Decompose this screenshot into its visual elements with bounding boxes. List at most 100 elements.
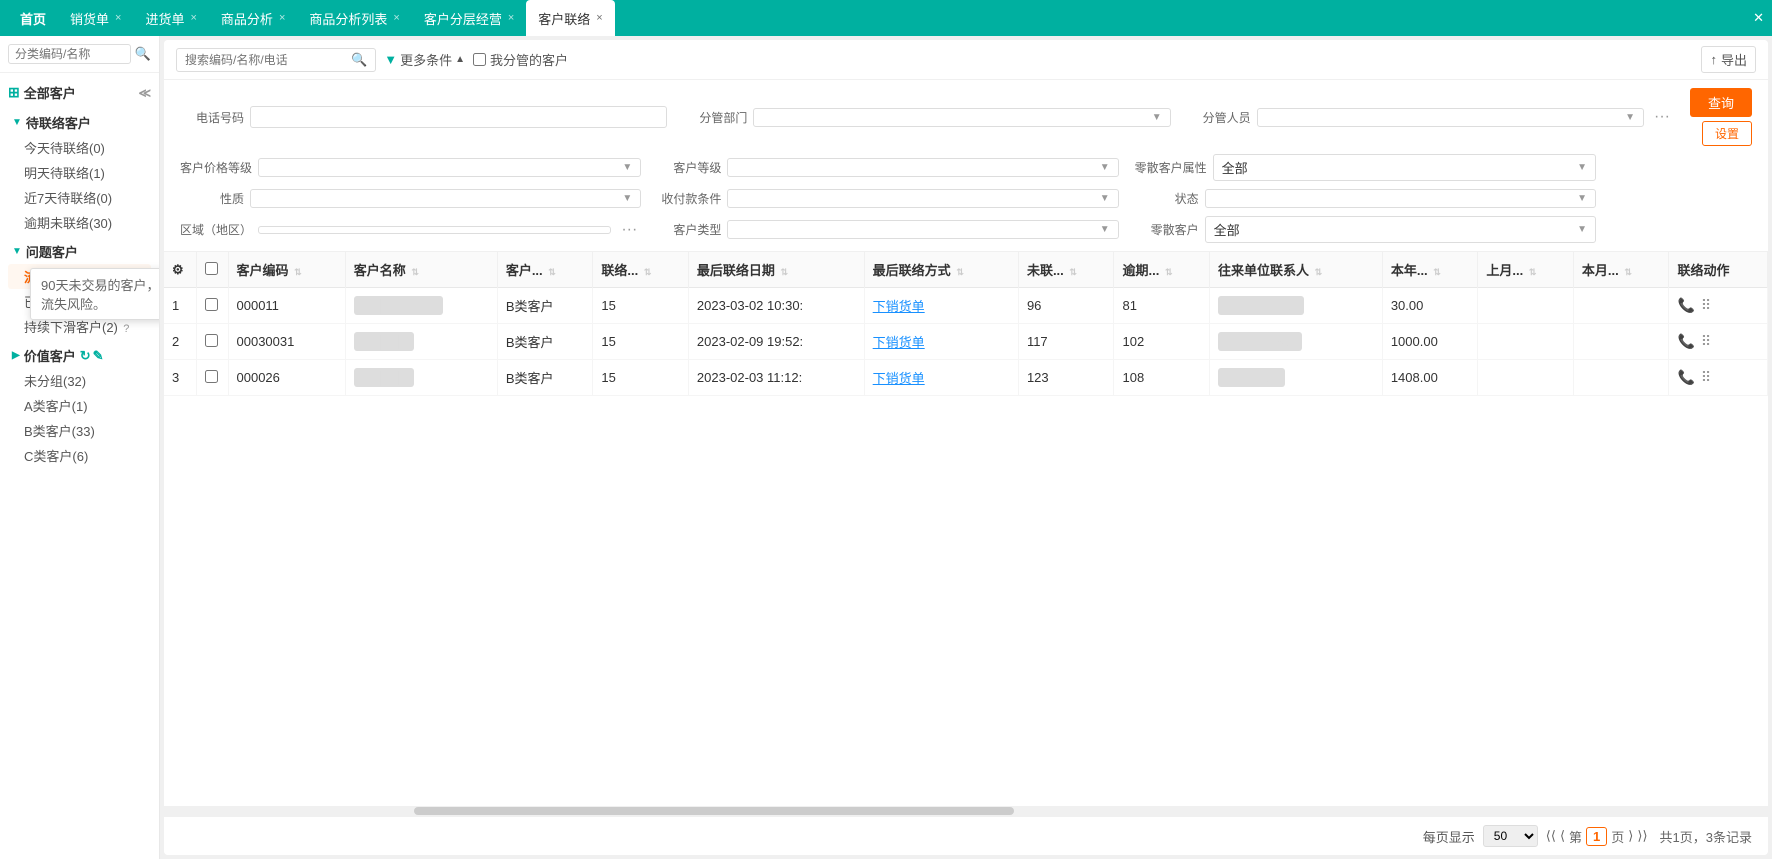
sidebar-item-class-a[interactable]: A类客户(1) xyxy=(8,393,151,418)
sidebar-collapse-icon[interactable]: ≪ xyxy=(138,86,151,100)
row-code: 000011 xyxy=(228,288,345,324)
overdue-column-header[interactable]: 逾期... ⇅ xyxy=(1114,252,1210,288)
contact-method-link[interactable]: 下销货单 xyxy=(873,335,925,350)
type-column-header[interactable]: 客户... ⇅ xyxy=(497,252,593,288)
contact-action-icon[interactable]: 📞 xyxy=(1677,333,1694,350)
sidebar-group-pending-title[interactable]: ▼ 待联络客户 xyxy=(8,110,151,135)
last-page-icon[interactable]: ⟩⟩ xyxy=(1637,828,1647,844)
contact-column-header[interactable]: 联络... ⇅ xyxy=(593,252,689,288)
filter-region-select[interactable] xyxy=(258,226,611,234)
more-action-icon[interactable]: ⠿ xyxy=(1701,333,1711,350)
sidebar-item-tomorrow[interactable]: 明天待联络(1) xyxy=(8,160,151,185)
nav-tab-analysis[interactable]: 商品分析 × xyxy=(209,0,297,36)
filter-retail-customer-select[interactable]: 全部 ▼ xyxy=(1205,216,1596,243)
export-button[interactable]: ↑ 导出 xyxy=(1701,46,1756,73)
filter-manager-more[interactable]: ··· xyxy=(1650,108,1674,126)
contact-person-column-header[interactable]: 往来单位联系人 ⇅ xyxy=(1210,252,1383,288)
filter-region-more[interactable]: ··· xyxy=(617,221,641,239)
chevron-down-icon-retail-cust: ▼ xyxy=(1577,224,1587,235)
settings-button[interactable]: 设置 xyxy=(1702,121,1752,146)
nav-tab-sales[interactable]: 销货单 × xyxy=(58,0,133,36)
first-page-icon[interactable]: ⟨⟨ xyxy=(1546,828,1556,844)
row-checkbox[interactable] xyxy=(205,298,218,311)
horizontal-scrollbar[interactable] xyxy=(164,806,1768,816)
checkbox-column-header[interactable] xyxy=(196,252,228,288)
filter-region-label: 区域（地区） xyxy=(180,221,252,238)
prev-page-icon[interactable]: ⟨ xyxy=(1560,828,1565,844)
sidebar-item-class-b[interactable]: B类客户(33) xyxy=(8,418,151,443)
filter-customer-type-select[interactable]: ▼ xyxy=(727,220,1118,239)
sidebar-item-overdue[interactable]: 逾期未联络(30) xyxy=(8,210,151,235)
filter-customer-level-select[interactable]: ▼ xyxy=(727,158,1118,177)
filter-price-level-select[interactable]: ▼ xyxy=(258,158,641,177)
code-column-header[interactable]: 客户编码 ⇅ xyxy=(228,252,345,288)
filter-region: 区域（地区） ··· xyxy=(180,221,641,239)
nav-tab-analysis-close[interactable]: × xyxy=(279,12,285,24)
row-this-year: 1000.00 xyxy=(1382,324,1478,360)
row-checkbox[interactable] xyxy=(205,334,218,347)
nav-tab-analysis-list[interactable]: 商品分析列表 × xyxy=(297,0,411,36)
filter-status-select[interactable]: ▼ xyxy=(1205,189,1596,208)
filter-retail-attr-select[interactable]: 全部 ▼ xyxy=(1213,154,1596,181)
query-button[interactable]: 查询 xyxy=(1690,88,1752,117)
refresh-icon[interactable]: ↻ xyxy=(80,348,91,364)
table-container: ⚙ 客户编码 ⇅ 客户名称 ⇅ xyxy=(164,252,1768,806)
nav-tab-purchase-close[interactable]: × xyxy=(190,12,196,24)
nav-tab-purchase[interactable]: 进货单 × xyxy=(133,0,208,36)
settings-column-header[interactable]: ⚙ xyxy=(164,252,196,288)
row-checkbox-cell[interactable] xyxy=(196,324,228,360)
uncontacted-column-header[interactable]: 未联... ⇅ xyxy=(1018,252,1114,288)
row-checkbox-cell[interactable] xyxy=(196,360,228,396)
filter-manager-select[interactable]: ▼ xyxy=(1257,108,1644,127)
sidebar-item-7days[interactable]: 近7天待联络(0) xyxy=(8,185,151,210)
sidebar-search-input[interactable] xyxy=(8,44,131,64)
per-page-select[interactable]: 50 100 200 xyxy=(1483,825,1538,847)
filter-nature-select[interactable]: ▼ xyxy=(250,189,641,208)
filter-retail-customer-value: 全部 xyxy=(1214,220,1577,239)
sidebar-item-ungrouped[interactable]: 未分组(32) xyxy=(8,368,151,393)
sidebar-group-problem-title[interactable]: ▼ 问题客户 xyxy=(8,239,151,264)
nav-tab-customer-tier-close[interactable]: × xyxy=(508,12,514,24)
sidebar-group-value-title[interactable]: ▶ 价值客户 ↻ ✎ xyxy=(8,343,151,368)
contact-method-link[interactable]: 下销货单 xyxy=(873,371,925,386)
nav-tab-analysis-list-close[interactable]: × xyxy=(393,12,399,24)
name-column-header[interactable]: 客户名称 ⇅ xyxy=(345,252,497,288)
sidebar-item-today[interactable]: 今天待联络(0) xyxy=(8,135,151,160)
last-contact-method-column-header[interactable]: 最后联络方式 ⇅ xyxy=(864,252,1018,288)
nav-tab-customer-tier[interactable]: 客户分层经营 × xyxy=(412,0,526,36)
scrollbar-thumb[interactable] xyxy=(414,807,1014,815)
this-year-column-header[interactable]: 本年... ⇅ xyxy=(1382,252,1478,288)
contact-action-icon[interactable]: 📞 xyxy=(1677,369,1694,386)
more-action-icon[interactable]: ⠿ xyxy=(1701,369,1711,386)
sidebar-all-customers[interactable]: ⊞ 全部客户 ≪ xyxy=(8,79,151,106)
row-checkbox[interactable] xyxy=(205,370,218,383)
chevron-down-icon-payment: ▼ xyxy=(1100,193,1110,204)
filter-payment-select[interactable]: ▼ xyxy=(727,189,1118,208)
more-action-icon[interactable]: ⠿ xyxy=(1701,297,1711,314)
select-all-checkbox[interactable] xyxy=(205,262,218,275)
nav-tab-customer-contact-close[interactable]: × xyxy=(596,12,602,24)
row-checkbox-cell[interactable] xyxy=(196,288,228,324)
filter-phone-input[interactable] xyxy=(250,106,667,128)
my-customers-checkbox[interactable] xyxy=(473,53,486,66)
next-page-icon[interactable]: ⟩ xyxy=(1628,828,1633,844)
edit-icon[interactable]: ✎ xyxy=(93,348,104,364)
close-all-button[interactable]: ✕ xyxy=(1753,10,1764,26)
filter-dept-select[interactable]: ▼ xyxy=(753,108,1170,127)
nav-tab-customer-contact[interactable]: 客户联络 × xyxy=(526,0,614,36)
sidebar-search-icon[interactable]: 🔍 xyxy=(135,46,151,62)
contact-method-link[interactable]: 下销货单 xyxy=(873,299,925,314)
last-contact-date-column-header[interactable]: 最后联络日期 ⇅ xyxy=(688,252,864,288)
nav-tab-home[interactable]: 首页 xyxy=(8,0,58,36)
filter-row-3: 性质 ▼ 收付款条件 ▼ 状态 xyxy=(180,189,1752,208)
sidebar-item-class-c[interactable]: C类客户(6) xyxy=(8,443,151,468)
search-icon[interactable]: 🔍 xyxy=(351,52,367,68)
this-month-column-header[interactable]: 本月... ⇅ xyxy=(1573,252,1669,288)
search-input[interactable] xyxy=(185,53,345,67)
filter-customer-level-label: 客户等级 xyxy=(657,159,721,176)
last-month-column-header[interactable]: 上月... ⇅ xyxy=(1478,252,1574,288)
contact-action-icon[interactable]: 📞 xyxy=(1677,297,1694,314)
more-conditions-button[interactable]: ▼ 更多条件 ▲ xyxy=(384,50,465,69)
filter-dept: 分管部门 ▼ xyxy=(683,108,1170,127)
nav-tab-sales-close[interactable]: × xyxy=(115,12,121,24)
